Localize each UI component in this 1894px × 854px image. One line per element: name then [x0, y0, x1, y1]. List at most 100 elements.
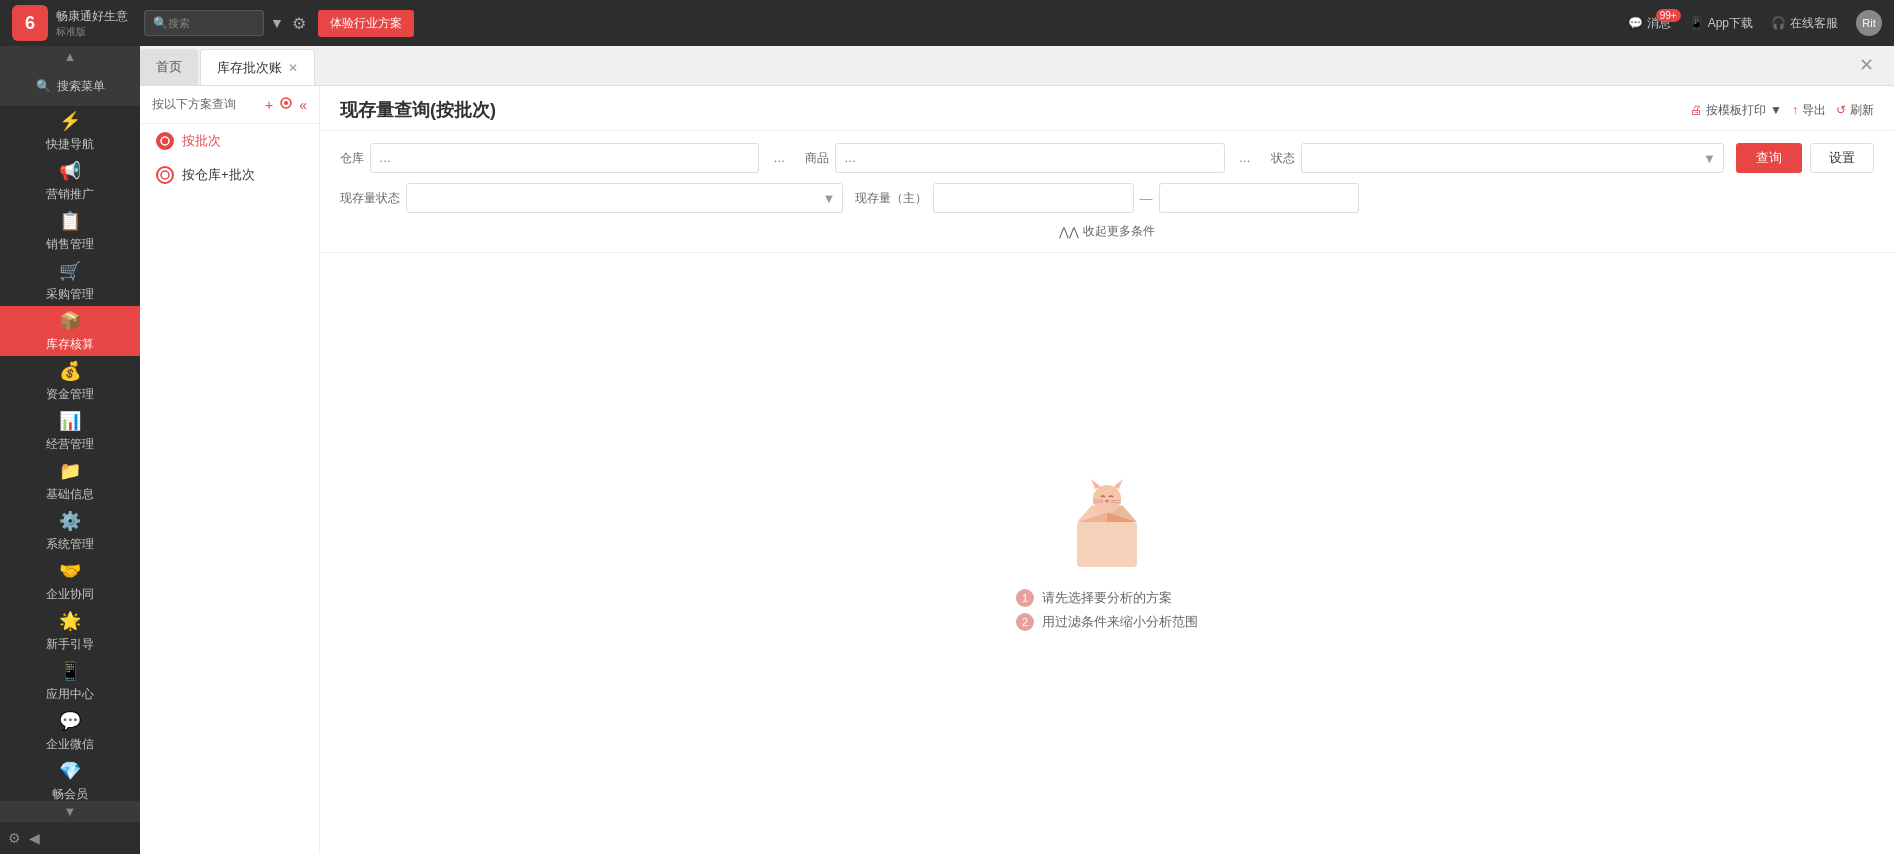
purchase-icon: 🛒 — [59, 260, 81, 282]
sidebar-item-marketing[interactable]: 📢 营销推广 — [0, 156, 140, 206]
sidebar-collapse-btn[interactable]: ◀ — [29, 830, 40, 846]
sidebar-item-wechat[interactable]: 💬 企业微信 — [0, 706, 140, 756]
left-panel-header: 按以下方案查询 + « — [140, 86, 319, 124]
collapse-up-icon: ⋀⋀ — [1059, 225, 1079, 239]
warehouse-more-btn[interactable]: … — [765, 147, 793, 169]
scheme-wh-batch-label: 按仓库+批次 — [182, 166, 255, 184]
tab-home[interactable]: 首页 — [140, 49, 198, 85]
print-dropdown-icon: ▼ — [1770, 103, 1782, 117]
user-avatar: Rit — [1856, 10, 1882, 36]
empty-state-illustration — [1057, 477, 1157, 577]
tip-item-1: 1 请先选择要分析的方案 — [1016, 589, 1198, 607]
filter-quantity: 现存量（主） — — [855, 183, 1358, 213]
svg-point-2 — [161, 137, 169, 145]
export-btn[interactable]: ↑ 导出 — [1792, 102, 1826, 119]
quick-nav-icon: ⚡ — [59, 110, 81, 132]
filter-range: — — [933, 183, 1358, 213]
query-btn[interactable]: 查询 — [1736, 143, 1802, 173]
filter-row1-actions: 查询 设置 — [1736, 143, 1874, 173]
sidebar-item-search-menu[interactable]: 🔍 搜索菜单 — [0, 66, 140, 106]
main-layout: ▲ 🔍 搜索菜单 ⚡ 快捷导航 📢 营销推广 📋 销售管理 🛒 采购管理 — [0, 46, 1894, 854]
product-input[interactable] — [835, 143, 1224, 173]
product-more-btn[interactable]: … — [1231, 147, 1259, 169]
sidebar-item-system[interactable]: ⚙️ 系统管理 — [0, 506, 140, 556]
sidebar-item-basic[interactable]: 📁 基础信息 — [0, 456, 140, 506]
page-container: 按以下方案查询 + « — [140, 86, 1894, 854]
system-icon: ⚙️ — [59, 510, 81, 532]
sidebar-item-vip[interactable]: 💎 畅会员 — [0, 756, 140, 801]
status-select[interactable] — [1301, 143, 1724, 173]
messages-btn[interactable]: 💬 消息 99+ — [1628, 15, 1671, 32]
user-avatar-btn[interactable]: Rit — [1856, 10, 1882, 36]
scheme-wh-batch-icon — [156, 166, 174, 184]
brand-info: 畅康通好生意 标准版 — [56, 8, 128, 39]
sidebar-item-finance[interactable]: 💰 资金管理 — [0, 356, 140, 406]
settings-btn[interactable]: 设置 — [1810, 143, 1874, 173]
scheme-batch-icon — [156, 132, 174, 150]
add-scheme-btn[interactable]: + — [265, 96, 273, 113]
status-label: 状态 — [1271, 150, 1295, 167]
refresh-btn[interactable]: ↺ 刷新 — [1836, 102, 1874, 119]
tip-num-2: 2 — [1016, 613, 1034, 631]
filter-row-1: 仓库 … 商品 … 状态 — [340, 143, 1874, 173]
inventory-status-select-wrapper: ▼ — [406, 183, 843, 213]
refresh-icon: ↺ — [1836, 103, 1846, 117]
scheme-settings-btn[interactable] — [279, 96, 293, 113]
scheme-icon-inner — [160, 136, 170, 146]
experience-btn[interactable]: 体验行业方案 — [318, 10, 414, 37]
search-dropdown-btn[interactable]: ▼ — [270, 15, 284, 31]
page-title: 现存量查询(按批次) — [340, 98, 496, 122]
tip-text-1: 请先选择要分析的方案 — [1042, 589, 1172, 607]
brand-name: 畅康通好生意 — [56, 8, 128, 25]
sidebar-item-apps[interactable]: 📱 应用中心 — [0, 656, 140, 706]
scheme-by-batch[interactable]: 按批次 — [140, 124, 319, 158]
warehouse-input[interactable] — [370, 143, 759, 173]
sidebar-item-newbie[interactable]: 🌟 新手引导 — [0, 606, 140, 656]
wechat-icon: 💬 — [59, 710, 81, 732]
tab-bar: 首页 库存批次账 ✕ ✕ — [140, 46, 1894, 86]
settings-icon — [279, 96, 293, 110]
inventory-status-select[interactable] — [406, 183, 843, 213]
left-panel-actions: + « — [265, 96, 307, 113]
search-icon: 🔍 — [153, 16, 168, 30]
tab-bar-close-btn[interactable]: ✕ — [1859, 54, 1874, 76]
sidebar-settings-btn[interactable]: ⚙ — [8, 830, 21, 846]
sidebar-scroll-down[interactable]: ▼ — [0, 801, 140, 821]
sidebar-item-operations[interactable]: 📊 经营管理 — [0, 406, 140, 456]
quantity-max-input[interactable] — [1159, 183, 1359, 213]
tab-close-btn[interactable]: ✕ — [288, 61, 298, 75]
enterprise-icon: 🤝 — [59, 560, 81, 582]
tip-item-2: 2 用过滤条件来缩小分析范围 — [1016, 613, 1198, 631]
app-download-btn[interactable]: 📱 App下载 — [1689, 15, 1753, 32]
collapse-conditions-btn[interactable]: ⋀⋀ 收起更多条件 — [1059, 223, 1155, 240]
filter-area: 仓库 … 商品 … 状态 — [320, 131, 1894, 253]
global-search[interactable]: 🔍 搜索 — [144, 10, 264, 36]
range-separator: — — [1140, 191, 1153, 206]
content-area: 首页 库存批次账 ✕ ✕ 按以下方案查询 + — [140, 46, 1894, 854]
sidebar-item-inventory[interactable]: 📦 库存核算 — [0, 306, 140, 356]
warehouse-label: 仓库 — [340, 150, 364, 167]
print-icon: 🖨 — [1690, 103, 1702, 117]
online-service-btn[interactable]: 🎧 在线客服 — [1771, 15, 1838, 32]
sidebar-item-enterprise[interactable]: 🤝 企业协同 — [0, 556, 140, 606]
sidebar-scroll-up[interactable]: ▲ — [0, 46, 140, 66]
print-btn[interactable]: 🖨 按模板打印 ▼ — [1690, 102, 1782, 119]
headset-icon: 🎧 — [1771, 16, 1786, 30]
scheme-by-warehouse-batch[interactable]: 按仓库+批次 — [140, 158, 319, 192]
tab-inventory-batch[interactable]: 库存批次账 ✕ — [200, 49, 315, 85]
inventory-icon: 📦 — [59, 310, 81, 332]
phone-icon: 📱 — [1689, 16, 1704, 30]
newbie-icon: 🌟 — [59, 610, 81, 632]
collapse-panel-btn[interactable]: « — [299, 96, 307, 113]
sidebar-items: 🔍 搜索菜单 ⚡ 快捷导航 📢 营销推广 📋 销售管理 🛒 采购管理 📦 — [0, 66, 140, 801]
sidebar-item-purchase[interactable]: 🛒 采购管理 — [0, 256, 140, 306]
quantity-min-input[interactable] — [933, 183, 1133, 213]
topbar-right: 💬 消息 99+ 📱 App下载 🎧 在线客服 Rit — [1628, 10, 1882, 36]
sidebar-bottom: ⚙ ◀ — [0, 821, 140, 854]
left-panel-title: 按以下方案查询 — [152, 96, 236, 113]
topbar-settings-btn[interactable]: ⚙ — [292, 14, 306, 33]
filter-product: 商品 … — [805, 143, 1258, 173]
sidebar-item-quick-nav[interactable]: ⚡ 快捷导航 — [0, 106, 140, 156]
page-header: 现存量查询(按批次) 🖨 按模板打印 ▼ ↑ 导出 ↺ — [320, 86, 1894, 131]
sidebar-item-sales[interactable]: 📋 销售管理 — [0, 206, 140, 256]
